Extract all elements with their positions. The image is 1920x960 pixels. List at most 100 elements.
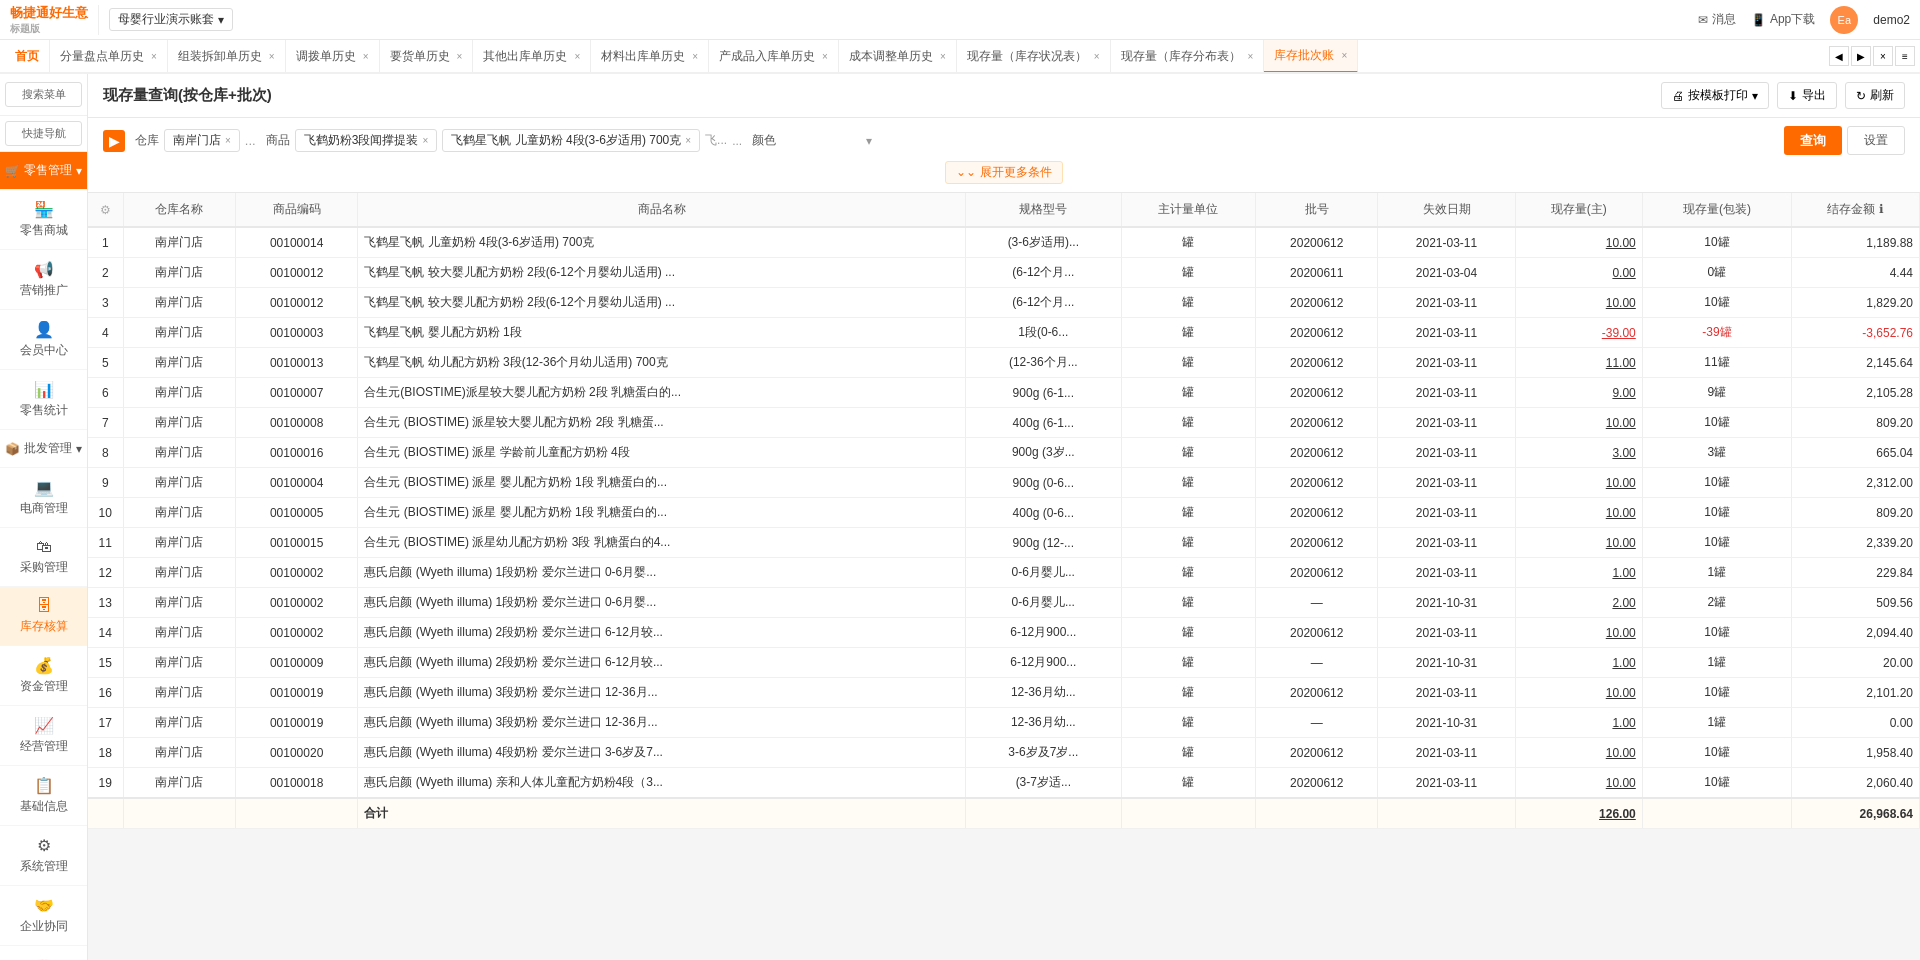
tab-kucun-pici[interactable]: 库存批次账 × [1264, 40, 1358, 73]
tab-close-xian-cun-kucun[interactable]: × [1094, 51, 1100, 62]
jingying-icon: 📈 [34, 716, 54, 735]
row-qty-main[interactable]: 10.00 [1515, 227, 1642, 258]
tab-prev-btn[interactable]: ◀ [1829, 46, 1849, 66]
table-settings-icon[interactable]: ⚙ [100, 203, 111, 217]
sidebar-item-lingshao[interactable]: 🛒 零售管理 ▾ [0, 152, 87, 190]
row-qty-main[interactable]: 10.00 [1515, 408, 1642, 438]
sidebar-item-tongji[interactable]: 📊 零售统计 [0, 370, 87, 430]
row-qty-main[interactable]: 10.00 [1515, 768, 1642, 799]
sidebar-item-kucun[interactable]: 🗄 库存核算 [0, 587, 87, 646]
row-qty-main[interactable]: 3.00 [1515, 438, 1642, 468]
tab-xian-cun-kucun[interactable]: 现存量（库存状况表） × [957, 40, 1111, 73]
message-btn[interactable]: ✉ 消息 [1698, 11, 1736, 28]
row-warehouse: 南岸门店 [123, 618, 235, 648]
tab-yao-huo[interactable]: 要货单历史 × [380, 40, 474, 73]
product-tag-1[interactable]: 飞鹤星飞帆 儿童奶粉 4段(3-6岁适用) 700克 × [442, 129, 700, 152]
row-qty-main[interactable]: 1.00 [1515, 708, 1642, 738]
settings-btn[interactable]: 设置 [1847, 126, 1905, 155]
row-qty-main[interactable]: 0.00 [1515, 258, 1642, 288]
account-dropdown[interactable]: 母婴行业演示账套 ▾ [109, 8, 233, 31]
row-unit: 罐 [1121, 258, 1256, 288]
inventory-table: ⚙ 仓库名称 商品编码 商品名称 规格型号 主计量单位 批号 失效日期 现存量(… [88, 193, 1920, 829]
sidebar-item-yingxiao[interactable]: 📢 营销推广 [0, 250, 87, 310]
row-batch: 20200612 [1256, 227, 1378, 258]
tab-zu-chai[interactable]: 组装拆卸单历史 × [168, 40, 286, 73]
search-menu-btn[interactable]: 搜索菜单 [5, 82, 82, 107]
tab-cheng-ben[interactable]: 成本调整单历史 × [839, 40, 957, 73]
warehouse-tag-remove[interactable]: × [225, 135, 231, 146]
tab-close-chan-pin[interactable]: × [822, 51, 828, 62]
table-row: 19 南岸门店 00100018 惠氏启颜 (Wyeth illuma) 亲和人… [88, 768, 1920, 799]
sidebar-item-huiyuan[interactable]: 👤 会员中心 [0, 310, 87, 370]
row-warehouse: 南岸门店 [123, 378, 235, 408]
tab-home[interactable]: 首页 [5, 40, 50, 73]
row-qty-main[interactable]: 10.00 [1515, 618, 1642, 648]
tab-close-all-btn[interactable]: × [1873, 46, 1893, 66]
sidebar-item-qiye[interactable]: 🤝 企业协同 [0, 886, 87, 946]
tab-next-btn[interactable]: ▶ [1851, 46, 1871, 66]
export-btn[interactable]: ⬇ 导出 [1777, 82, 1837, 109]
tab-close-cheng-ben[interactable]: × [940, 51, 946, 62]
col-amount: 结存金额 ℹ [1792, 193, 1920, 227]
tab-cai-liao[interactable]: 材料出库单历史 × [591, 40, 709, 73]
row-qty-main[interactable]: 10.00 [1515, 498, 1642, 528]
row-qty-main[interactable]: 10.00 [1515, 738, 1642, 768]
tab-close-cai-liao[interactable]: × [692, 51, 698, 62]
row-qty-main[interactable]: 10.00 [1515, 528, 1642, 558]
tab-xian-cun-fenpei[interactable]: 现存量（库存分布表） × [1111, 40, 1265, 73]
row-qty-main[interactable]: 10.00 [1515, 678, 1642, 708]
row-code: 00100004 [235, 468, 357, 498]
refresh-btn[interactable]: ↻ 刷新 [1845, 82, 1905, 109]
tab-close-kucun-pici[interactable]: × [1341, 50, 1347, 61]
tab-close-tiao-bo[interactable]: × [363, 51, 369, 62]
row-qty-main[interactable]: 1.00 [1515, 558, 1642, 588]
product-ellipsis[interactable]: ... [732, 134, 742, 148]
print-btn[interactable]: 🖨 按模板打印 ▾ [1661, 82, 1769, 109]
expand-icon: ⌄⌄ [956, 165, 976, 179]
product-tag-1-remove[interactable]: × [685, 135, 691, 146]
product-more-btn[interactable]: 飞... [705, 132, 727, 149]
footer-total-qty[interactable]: 126.00 [1515, 798, 1642, 829]
tab-close-fen-pan[interactable]: × [151, 51, 157, 62]
filter-area: ▶ 仓库 南岸门店 × ... 商品 [88, 118, 1920, 193]
row-batch: 20200612 [1256, 498, 1378, 528]
sidebar-item-caigou[interactable]: 🛍 采购管理 [0, 528, 87, 587]
filter-toggle-btn[interactable]: ▶ [103, 130, 125, 152]
row-qty-main[interactable]: -39.00 [1515, 318, 1642, 348]
warehouse-more-btn[interactable]: ... [245, 133, 256, 148]
tab-fen-pan[interactable]: 分量盘点单历史 × [50, 40, 168, 73]
expand-more-btn[interactable]: ⌄⌄ 展开更多条件 [945, 161, 1062, 184]
col-settings[interactable]: ⚙ [88, 193, 123, 227]
row-qty-main[interactable]: 11.00 [1515, 348, 1642, 378]
product-tag-0[interactable]: 飞鹤奶粉3段闻撑提装 × [295, 129, 438, 152]
tab-close-yao-huo[interactable]: × [457, 51, 463, 62]
row-qty-main[interactable]: 10.00 [1515, 468, 1642, 498]
search-btn[interactable]: 查询 [1784, 126, 1842, 155]
sidebar-item-xitong[interactable]: ⚙ 系统管理 [0, 826, 87, 886]
tab-chan-pin[interactable]: 产成品入库单历史 × [709, 40, 839, 73]
sidebar-item-jichu[interactable]: 📋 基础信息 [0, 766, 87, 826]
sidebar-item-dianshang[interactable]: 💻 电商管理 [0, 468, 87, 528]
warehouse-tag-nanao[interactable]: 南岸门店 × [164, 129, 240, 152]
sidebar-item-shangcheng[interactable]: 🏪 零售商城 [0, 190, 87, 250]
sidebar-item-zijin[interactable]: 💰 资金管理 [0, 646, 87, 706]
sidebar-item-xinshou[interactable]: 📖 新手引导 [0, 946, 87, 960]
sidebar-item-pifa[interactable]: 📦 批发管理 ▾ [0, 430, 87, 468]
row-qty-main[interactable]: 10.00 [1515, 288, 1642, 318]
row-expire: 2021-03-04 [1378, 258, 1515, 288]
row-qty-main[interactable]: 9.00 [1515, 378, 1642, 408]
quick-nav-btn[interactable]: 快捷导航 [5, 121, 82, 146]
row-qty-main[interactable]: 2.00 [1515, 588, 1642, 618]
product-tag-0-remove[interactable]: × [422, 135, 428, 146]
tab-qi-ta-chu[interactable]: 其他出库单历史 × [473, 40, 591, 73]
tab-close-qi-ta-chu[interactable]: × [574, 51, 580, 62]
color-dropdown-arrow[interactable]: ▾ [866, 134, 872, 148]
app-download-btn[interactable]: 📱 App下载 [1751, 11, 1815, 28]
tab-tiao-bo[interactable]: 调拨单历史 × [286, 40, 380, 73]
user-avatar[interactable]: Ea [1830, 6, 1858, 34]
tab-close-xian-cun-fenpei[interactable]: × [1248, 51, 1254, 62]
tab-menu-btn[interactable]: ≡ [1895, 46, 1915, 66]
sidebar-item-jingying[interactable]: 📈 经营管理 [0, 706, 87, 766]
row-qty-main[interactable]: 1.00 [1515, 648, 1642, 678]
tab-close-zu-chai[interactable]: × [269, 51, 275, 62]
